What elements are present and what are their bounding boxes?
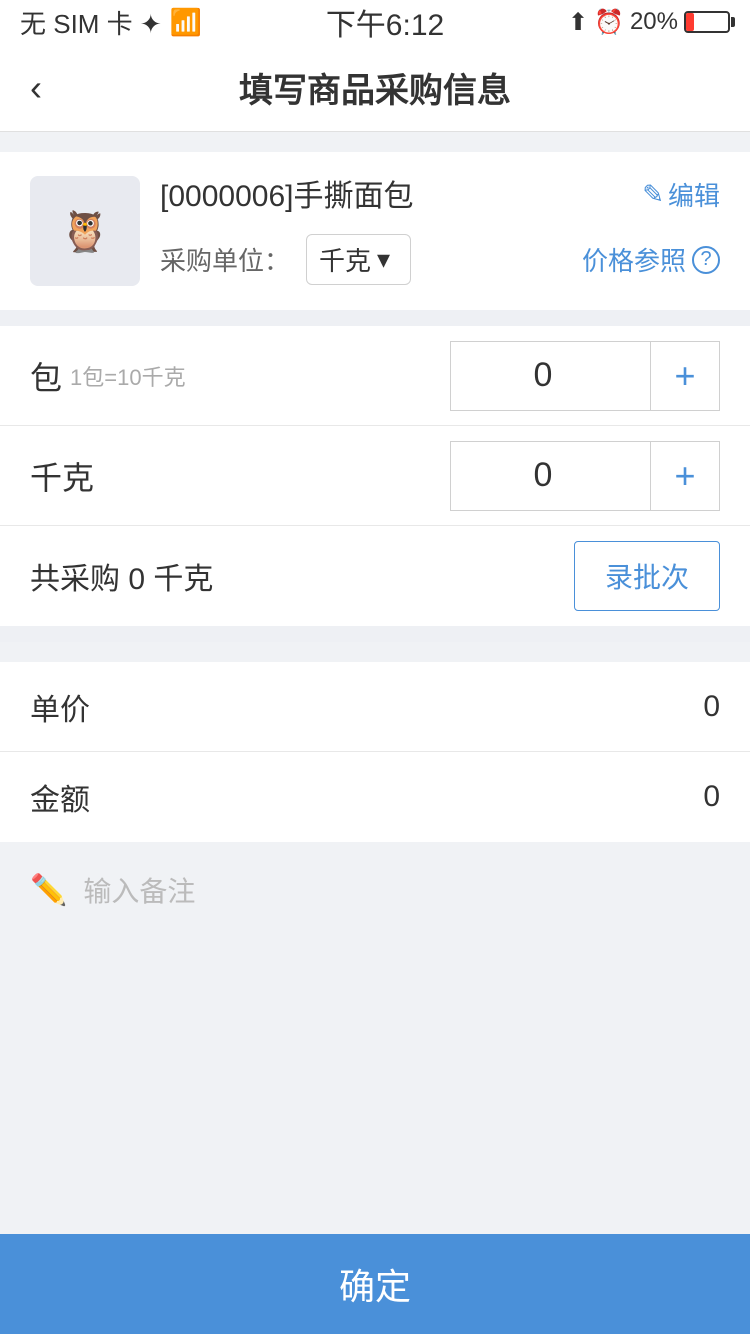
- kg-input-row: 千克 +: [0, 426, 750, 526]
- price-info-section: 单价 0 金额 0: [0, 662, 750, 842]
- status-left: 无 SIM 卡 ✦ 📶: [20, 4, 202, 41]
- edit-label: 编辑: [668, 176, 720, 213]
- input-section: 包 1包=10千克 + 千克 + 共采购 0 千克 录批次: [0, 326, 750, 626]
- bag-hint: 1包=10千克: [70, 360, 186, 392]
- product-name: [0000006]手撕面包: [160, 176, 720, 218]
- sim-status: 无 SIM 卡 ✦: [20, 4, 162, 41]
- unit-select[interactable]: 千克 ▾: [306, 234, 411, 285]
- price-ref-label: 价格参照: [582, 241, 686, 278]
- notes-section[interactable]: ✏️ 输入备注: [0, 846, 750, 934]
- section-divider-2: [0, 626, 750, 642]
- product-info: [0000006]手撕面包 采购单位： 千克 ▾ 价格参照 ?: [160, 176, 720, 285]
- page-title: 填写商品采购信息: [239, 63, 511, 112]
- price-ref-button[interactable]: 价格参照 ?: [582, 241, 720, 278]
- location-icon: ⬆: [568, 8, 588, 37]
- notes-placeholder: 输入备注: [83, 870, 195, 910]
- product-card: 🦉 [0000006]手撕面包 采购单位： 千克 ▾ 价格参照 ? ✎ 编辑: [0, 152, 750, 310]
- confirm-button[interactable]: 确定: [0, 1234, 750, 1334]
- bag-input-wrapper: +: [450, 341, 720, 411]
- product-logo: 🦉: [60, 208, 110, 255]
- bag-quantity-input[interactable]: [450, 341, 650, 411]
- unit-price-value: 0: [703, 690, 720, 724]
- unit-price-row: 单价 0: [0, 662, 750, 752]
- alarm-icon: ⏰: [594, 8, 624, 37]
- unit-label: 采购单位：: [160, 241, 290, 278]
- amount-value: 0: [703, 780, 720, 814]
- section-divider-1: [0, 310, 750, 326]
- product-thumbnail: 🦉: [30, 176, 140, 286]
- status-right: ⬆ ⏰ 20%: [568, 8, 730, 37]
- back-button[interactable]: ‹: [30, 67, 42, 109]
- unit-row: 采购单位： 千克 ▾ 价格参照 ?: [160, 234, 720, 285]
- battery-icon: [684, 11, 730, 33]
- bag-input-row: 包 1包=10千克 +: [0, 326, 750, 426]
- summary-row: 共采购 0 千克 录批次: [0, 526, 750, 626]
- amount-row: 金额 0: [0, 752, 750, 842]
- info-icon: ?: [692, 246, 720, 274]
- bag-plus-button[interactable]: +: [650, 341, 720, 411]
- unit-price-label: 单价: [30, 685, 90, 729]
- status-bar: 无 SIM 卡 ✦ 📶 下午6:12 ⬆ ⏰ 20%: [0, 0, 750, 44]
- bag-label: 包: [30, 353, 62, 399]
- amount-label: 金额: [30, 775, 90, 819]
- edit-button[interactable]: ✎ 编辑: [642, 176, 720, 213]
- kg-quantity-input[interactable]: [450, 441, 650, 511]
- bottom-spacer: [0, 934, 750, 1054]
- dropdown-arrow-icon: ▾: [377, 244, 390, 275]
- status-time: 下午6:12: [326, 0, 444, 44]
- edit-icon: ✎: [642, 179, 664, 210]
- battery-percent: 20%: [630, 8, 678, 36]
- wifi-icon: 📶: [170, 7, 202, 38]
- record-batch-button[interactable]: 录批次: [574, 541, 720, 611]
- kg-plus-button[interactable]: +: [650, 441, 720, 511]
- pencil-icon: ✏️: [30, 873, 67, 908]
- summary-text: 共采购 0 千克: [30, 554, 213, 598]
- kg-input-wrapper: +: [450, 441, 720, 511]
- unit-value: 千克: [319, 241, 371, 278]
- kg-label: 千克: [30, 453, 94, 499]
- nav-bar: ‹ 填写商品采购信息: [0, 44, 750, 132]
